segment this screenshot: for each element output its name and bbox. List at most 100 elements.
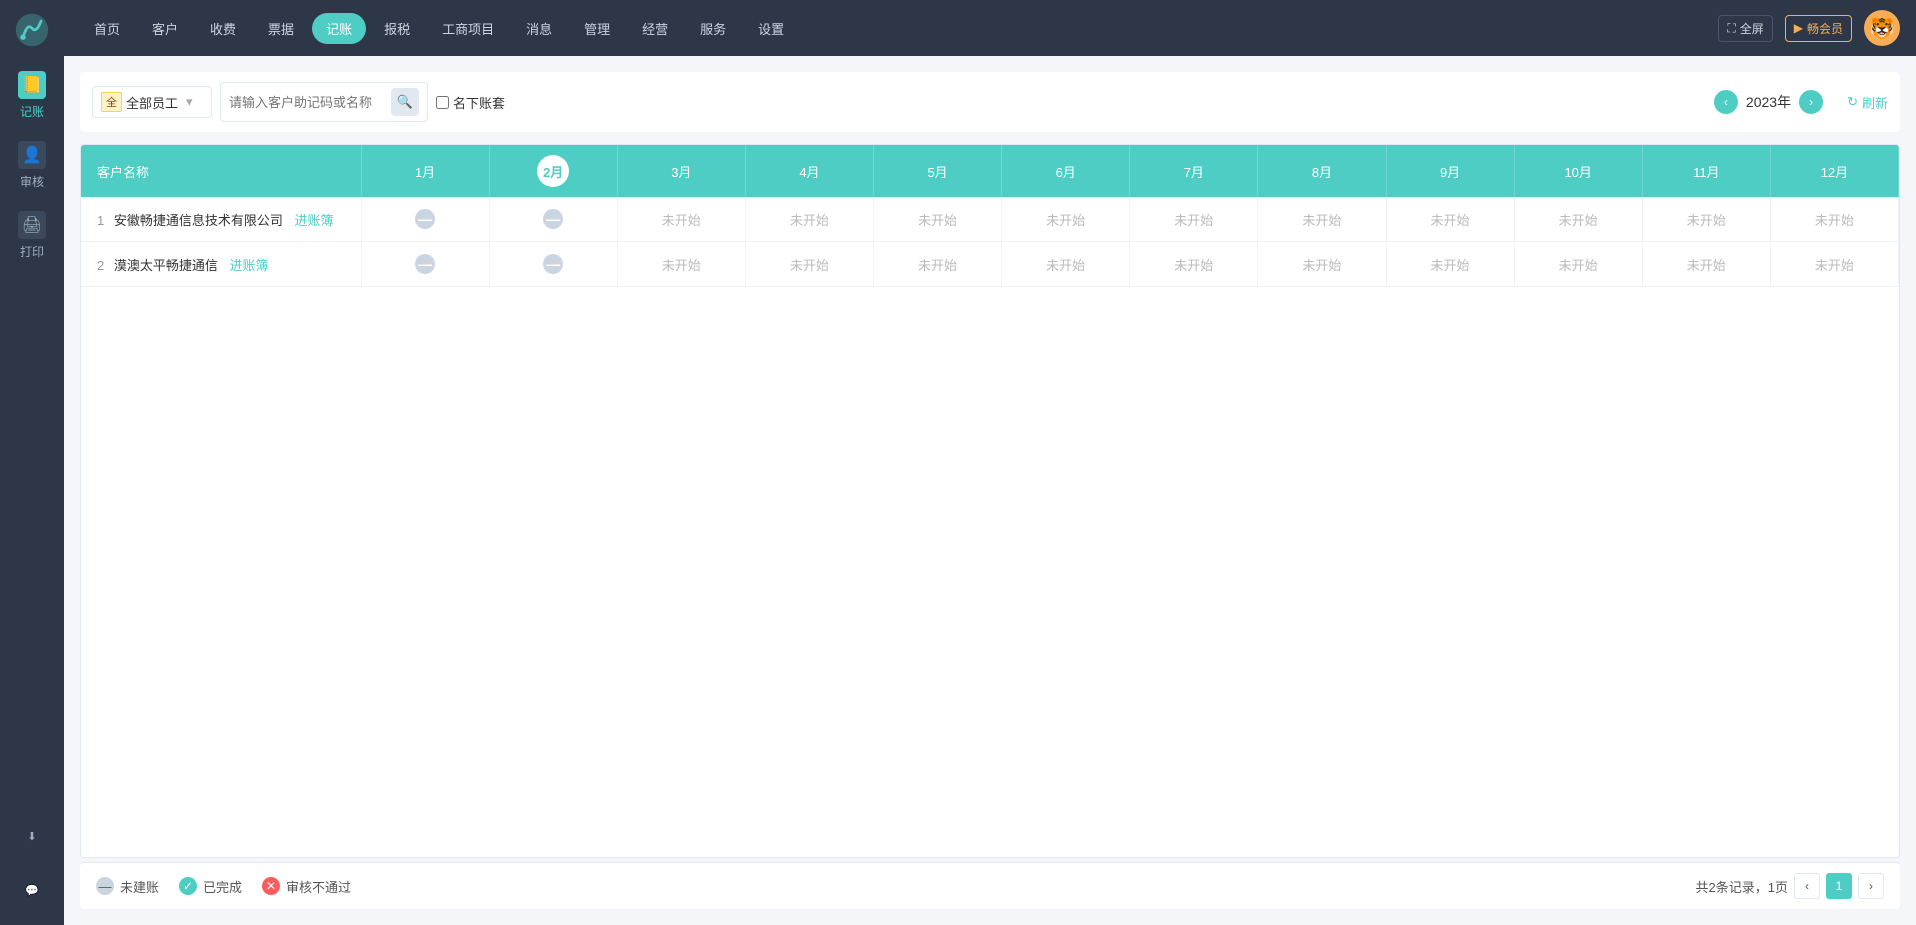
cell-month-2: — [489,242,617,287]
cell-month-6: 未开始 [1002,242,1130,287]
sidebar-item-print[interactable]: 🖨 打印 [0,200,64,270]
nav-operations[interactable]: 经营 [628,13,682,44]
employee-tag: 全 [101,92,122,112]
not-started-label: 未开始 [1302,213,1341,228]
table-row: 2 漠澳太平畅捷通信 进账簿——未开始未开始未开始未开始未开始未开始未开始未开始… [81,242,1899,287]
footer: — 未建账 ✓ 已完成 ✕ 审核不通过 共2条记录，1页 ‹ 1 › [80,862,1900,909]
cell-month-2: — [489,197,617,242]
legend-failed-label: 审核不通过 [286,877,351,896]
nav-invoice[interactable]: 票据 [254,13,308,44]
sidebar-download[interactable]: ⬇ [0,811,64,861]
myaccounts-checkbox[interactable] [436,96,449,109]
col-jul: 7月 [1130,145,1258,197]
cell-month-3: 未开始 [617,242,745,287]
refresh-button[interactable]: ↻ 刷新 [1847,93,1888,112]
search-button[interactable]: 🔍 [391,88,419,116]
cell-customer-name: 2 漠澳太平畅捷通信 进账簿 [81,242,361,287]
not-started-label: 未开始 [1046,213,1085,228]
not-started-label: 未开始 [662,213,701,228]
nav-manage[interactable]: 管理 [570,13,624,44]
employee-select[interactable]: 全 全部员工 ▾ [92,86,212,118]
prev-page-button[interactable]: ‹ [1794,873,1820,899]
cell-month-11: 未开始 [1642,197,1770,242]
topnav: 首页 客户 收费 票据 记账 报税 工商项目 消息 管理 经营 服务 设置 ⛶ … [64,0,1916,56]
main-area: 首页 客户 收费 票据 记账 报税 工商项目 消息 管理 经营 服务 设置 ⛶ … [64,0,1916,925]
current-year: 2023年 [1746,92,1791,112]
cell-month-1: — [361,197,489,242]
prev-year-button[interactable]: ‹ [1714,90,1738,114]
col-customer-name: 客户名称 [81,145,361,197]
legend-completed: ✓ 已完成 [179,877,242,896]
not-started-label: 未开始 [790,213,829,228]
enter-link[interactable]: 进账簿 [230,258,269,273]
refresh-icon: ↻ [1847,94,1858,110]
pagination-info: 共2条记录，1页 [1696,877,1788,896]
cell-month-6: 未开始 [1002,197,1130,242]
vip-label: 畅会员 [1807,20,1843,37]
page-1-button[interactable]: 1 [1826,873,1852,899]
cell-month-5: 未开始 [874,242,1002,287]
sidebar-item-bookkeeping[interactable]: 📒 记账 [0,60,64,130]
not-started-label: 未开始 [1302,258,1341,273]
not-started-label: 未开始 [790,258,829,273]
company-name: 漠澳太平畅捷通信 [114,258,218,273]
status-dash-icon: — [415,209,435,229]
nav-business[interactable]: 工商项目 [428,13,508,44]
legend-not-created-label: 未建账 [120,877,159,896]
cell-month-4: 未开始 [745,197,873,242]
nav-customer[interactable]: 客户 [138,13,192,44]
not-started-label: 未开始 [1559,258,1598,273]
fullscreen-button[interactable]: ⛶ 全屏 [1718,15,1772,42]
topnav-right: ⛶ 全屏 ▶ 畅会员 🐯 [1718,10,1900,46]
col-sep: 9月 [1386,145,1514,197]
vip-button[interactable]: ▶ 畅会员 [1785,15,1852,42]
nav-bookkeeping[interactable]: 记账 [312,13,366,44]
nav-settings[interactable]: 设置 [744,13,798,44]
enter-link[interactable]: 进账簿 [295,213,334,228]
checkbox-myaccounts[interactable]: 名下账套 [436,93,505,112]
sidebar-bottom: ⬇ 💬 [0,811,64,925]
legend-not-created: — 未建账 [96,877,159,896]
col-oct: 10月 [1514,145,1642,197]
col-aug: 8月 [1258,145,1386,197]
search-input[interactable] [229,95,389,110]
refresh-label: 刷新 [1862,93,1888,112]
cell-month-7: 未开始 [1130,197,1258,242]
legend-failed: ✕ 审核不通过 [262,877,351,896]
next-year-button[interactable]: › [1799,90,1823,114]
user-avatar[interactable]: 🐯 [1864,10,1900,46]
sidebar-chat[interactable]: 💬 [0,865,64,915]
bookkeeping-table: 客户名称 1月 2月 3月 4月 5月 6月 7月 8月 9月 10月 [81,145,1899,287]
company-name: 安徽畅捷通信息技术有限公司 [114,213,283,228]
row-number: 1 [97,213,104,228]
main-table-container: 客户名称 1月 2月 3月 4月 5月 6月 7月 8月 9月 10月 [80,144,1900,858]
next-page-button[interactable]: › [1858,873,1884,899]
sidebar-item-audit-label: 审核 [20,173,44,190]
col-feb: 2月 [489,145,617,197]
nav-billing[interactable]: 收费 [196,13,250,44]
nav-message[interactable]: 消息 [512,13,566,44]
content-area: 全 全部员工 ▾ 🔍 名下账套 ‹ 2023年 › ↻ 刷 [64,56,1916,925]
toolbar: 全 全部员工 ▾ 🔍 名下账套 ‹ 2023年 › ↻ 刷 [80,72,1900,132]
not-started-label: 未开始 [1559,213,1598,228]
logo-icon [14,12,50,48]
cell-month-5: 未开始 [874,197,1002,242]
status-dash-icon: — [543,254,563,274]
cell-month-9: 未开始 [1386,197,1514,242]
sidebar-item-audit[interactable]: 👤 审核 [0,130,64,200]
col-apr: 4月 [745,145,873,197]
year-navigation: ‹ 2023年 › [1714,90,1823,114]
not-started-label: 未开始 [1431,213,1470,228]
sidebar-item-print-label: 打印 [20,243,44,260]
cell-month-1: — [361,242,489,287]
fullscreen-label: 全屏 [1740,20,1764,37]
cell-month-7: 未开始 [1130,242,1258,287]
nav-home[interactable]: 首页 [80,13,134,44]
not-started-label: 未开始 [1174,213,1213,228]
employee-label: 全部员工 [126,93,178,112]
nav-tax[interactable]: 报税 [370,13,424,44]
not-started-label: 未开始 [1687,258,1726,273]
col-jan: 1月 [361,145,489,197]
col-may: 5月 [874,145,1002,197]
nav-service[interactable]: 服务 [686,13,740,44]
